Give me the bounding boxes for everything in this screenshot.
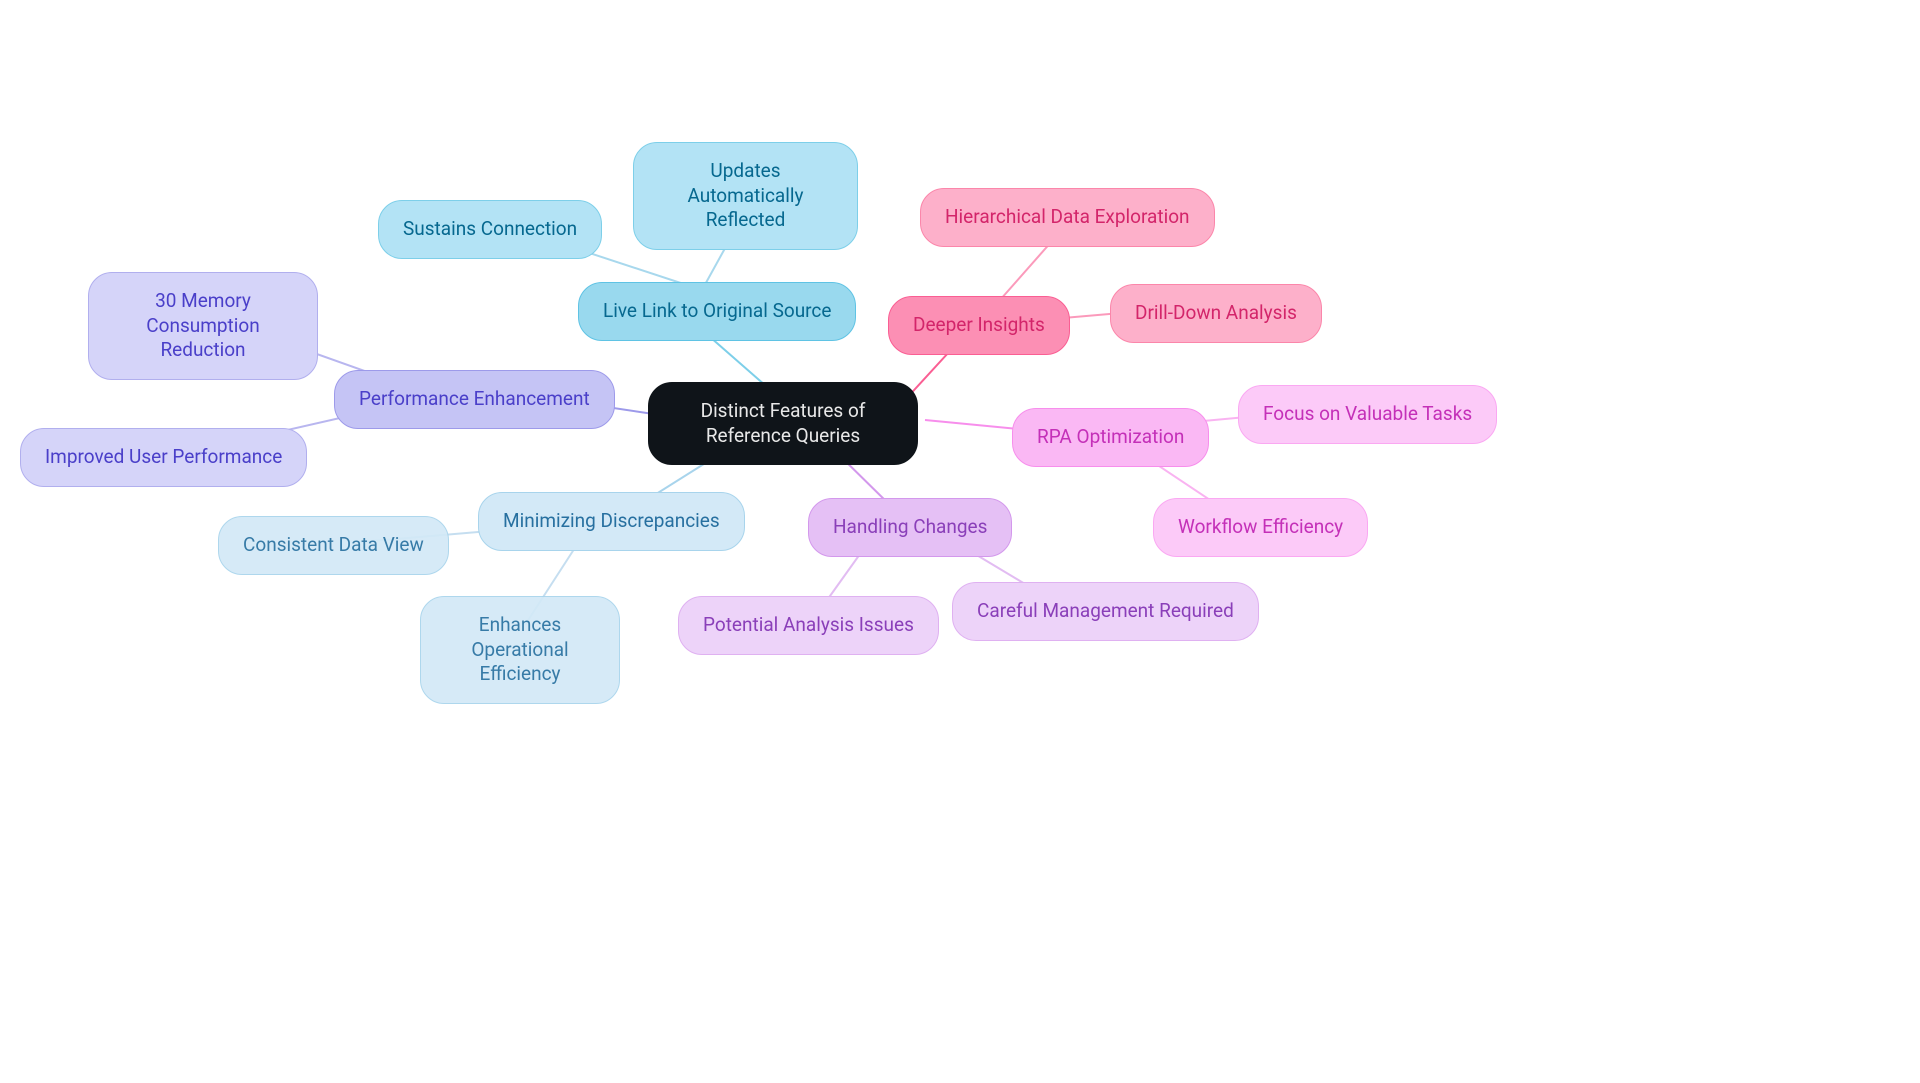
leaf-operational-efficiency: Enhances Operational Efficiency [420, 596, 620, 704]
center-node: Distinct Features of Reference Queries [648, 382, 918, 465]
leaf-hierarchical: Hierarchical Data Exploration [920, 188, 1215, 247]
leaf-management-required: Careful Management Required [952, 582, 1259, 641]
branch-live-link: Live Link to Original Source [578, 282, 856, 341]
leaf-updates-reflected: Updates Automatically Reflected [633, 142, 858, 250]
leaf-memory-reduction: 30 Memory Consumption Reduction [88, 272, 318, 380]
leaf-drill-down: Drill-Down Analysis [1110, 284, 1322, 343]
branch-minimizing: Minimizing Discrepancies [478, 492, 745, 551]
branch-performance: Performance Enhancement [334, 370, 615, 429]
leaf-valuable-tasks: Focus on Valuable Tasks [1238, 385, 1497, 444]
branch-rpa: RPA Optimization [1012, 408, 1209, 467]
leaf-consistent-view: Consistent Data View [218, 516, 449, 575]
branch-insights: Deeper Insights [888, 296, 1070, 355]
leaf-sustains-connection: Sustains Connection [378, 200, 602, 259]
branch-handling: Handling Changes [808, 498, 1012, 557]
leaf-analysis-issues: Potential Analysis Issues [678, 596, 939, 655]
leaf-user-performance: Improved User Performance [20, 428, 307, 487]
leaf-workflow-efficiency: Workflow Efficiency [1153, 498, 1368, 557]
